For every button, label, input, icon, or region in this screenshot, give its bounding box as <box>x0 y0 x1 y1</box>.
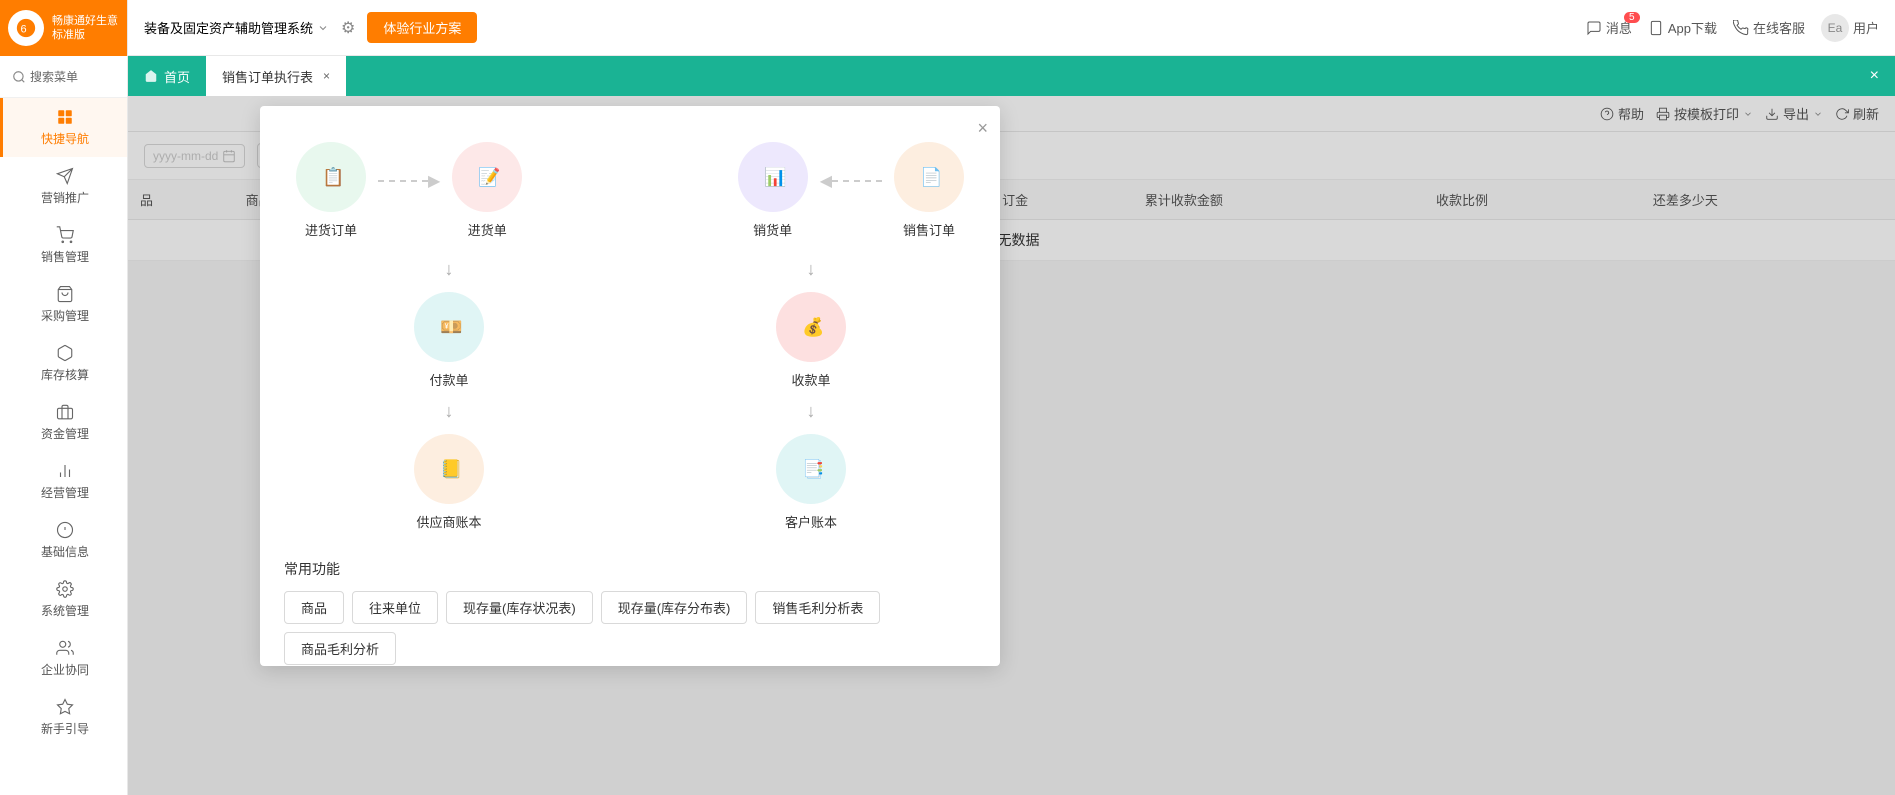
sidebar-item-system[interactable]: 系统管理 <box>0 570 127 629</box>
node-purchase-order-label: 进货订单 <box>305 220 357 239</box>
node-receipt[interactable]: 💰 收款单 <box>756 280 866 401</box>
content-area: 帮助 按模板打印 导出 刷新 <box>128 96 1895 795</box>
node-sales-bill[interactable]: 📊 销货单 <box>726 130 820 251</box>
func-btn-3[interactable]: 现存量(库存分布表) <box>601 591 748 624</box>
main-area: 装备及固定资产辅助管理系统 ⚙ 体验行业方案 消息 5 App下载 在线客服 <box>128 0 1895 795</box>
logo-text: 畅康通好生意 标准版 <box>52 14 118 43</box>
tab-close-btn[interactable]: × <box>323 69 330 83</box>
node-sales-order[interactable]: 📄 销售订单 <box>882 130 976 251</box>
node-purchase-bill-label: 进货单 <box>468 220 507 239</box>
sidebar-item-guide[interactable]: 新手引导 <box>0 688 127 747</box>
svg-text:📄: 📄 <box>920 166 942 187</box>
node-supplier-ledger[interactable]: 📒 供应商账本 <box>394 422 504 543</box>
node-sales-bill-label: 销货单 <box>753 220 792 239</box>
sidebar-item-operation[interactable]: 经营管理 <box>0 452 127 511</box>
node-customer-ledger-label: 客户账本 <box>785 512 837 531</box>
tab-bar: 首页 销售订单执行表 × × <box>128 56 1895 96</box>
node-purchase-order[interactable]: 📋 进货订单 <box>284 130 378 251</box>
sidebar-logo: 6 畅康通好生意 标准版 <box>0 0 127 56</box>
svg-text:💰: 💰 <box>802 316 824 338</box>
search-menu-button[interactable]: 搜索菜单 <box>8 64 119 89</box>
system-title-dropdown[interactable]: 装备及固定资产辅助管理系统 <box>144 18 329 37</box>
payment-icon: 💴 <box>414 292 484 362</box>
node-receipt-label: 收款单 <box>791 370 830 389</box>
sales-order-icon: 📄 <box>894 142 964 212</box>
node-supplier-ledger-label: 供应商账本 <box>416 512 481 531</box>
sidebar-nav: 快捷导航 营销推广 销售管理 采购管理 库存核算 资金管理 <box>0 98 127 795</box>
sidebar-item-purchase[interactable]: 采购管理 <box>0 275 127 334</box>
node-customer-ledger[interactable]: 📑 客户账本 <box>756 422 866 543</box>
node-purchase-bill[interactable]: 📝 进货单 <box>440 130 534 251</box>
sidebar-item-finance[interactable]: 资金管理 <box>0 393 127 452</box>
sidebar-item-basic[interactable]: 基础信息 <box>0 511 127 570</box>
sales-bill-icon: 📊 <box>738 142 808 212</box>
func-buttons-row1: 商品 往来单位 现存量(库存状况表) 现存量(库存分布表) 销售毛利分析表 商品… <box>284 591 976 665</box>
svg-text:📊: 📊 <box>764 166 786 187</box>
experience-btn[interactable]: 体验行业方案 <box>367 12 477 43</box>
popup: × 📋 进货订单 <box>260 106 1000 666</box>
node-payment-label: 付款单 <box>429 370 468 389</box>
node-sales-order-label: 销售订单 <box>903 220 955 239</box>
sidebar-search[interactable]: 搜索菜单 <box>0 56 127 98</box>
receipt-icon: 💰 <box>776 292 846 362</box>
purchase-bill-icon: 📝 <box>452 142 522 212</box>
tab-sales-order[interactable]: 销售订单执行表 × <box>206 56 346 96</box>
app-download-btn[interactable]: App下载 <box>1648 18 1717 37</box>
purchase-order-icon: 📋 <box>296 142 366 212</box>
svg-text:📒: 📒 <box>440 459 462 479</box>
service-btn[interactable]: 在线客服 <box>1733 18 1805 37</box>
gear-icon[interactable]: ⚙ <box>341 18 355 38</box>
tab-home[interactable]: 首页 <box>128 56 206 96</box>
svg-text:💴: 💴 <box>440 317 462 337</box>
sidebar-item-quick[interactable]: 快捷导航 <box>0 98 127 157</box>
user-btn[interactable]: Ea 用户 <box>1821 14 1879 42</box>
top-bar: 装备及固定资产辅助管理系统 ⚙ 体验行业方案 消息 5 App下载 在线客服 <box>128 0 1895 56</box>
logo-icon: 6 <box>8 10 44 46</box>
svg-text:📝: 📝 <box>478 166 500 187</box>
message-btn[interactable]: 消息 5 <box>1586 18 1632 37</box>
func-btn-0[interactable]: 商品 <box>284 591 344 624</box>
common-functions-title: 常用功能 <box>284 559 976 579</box>
svg-text:📑: 📑 <box>802 458 824 479</box>
sidebar-item-inventory[interactable]: 库存核算 <box>0 334 127 393</box>
tab-bar-close-btn[interactable]: × <box>1854 67 1895 85</box>
node-payment[interactable]: 💴 付款单 <box>394 280 504 401</box>
overlay: × 📋 进货订单 <box>128 96 1895 795</box>
common-functions: 常用功能 商品 往来单位 现存量(库存状况表) 现存量(库存分布表) 销售毛利分… <box>284 559 976 666</box>
svg-text:📋: 📋 <box>322 166 344 187</box>
sidebar: 6 畅康通好生意 标准版 搜索菜单 快捷导航 营销推广 <box>0 0 128 795</box>
popup-close-btn[interactable]: × <box>977 118 988 139</box>
sidebar-item-marketing[interactable]: 营销推广 <box>0 157 127 216</box>
customer-ledger-icon: 📑 <box>776 434 846 504</box>
func-btn-4[interactable]: 销售毛利分析表 <box>755 591 880 624</box>
sidebar-item-enterprise[interactable]: 企业协同 <box>0 629 127 688</box>
svg-text:6: 6 <box>21 24 27 36</box>
supplier-ledger-icon: 📒 <box>414 434 484 504</box>
top-bar-right: 消息 5 App下载 在线客服 Ea 用户 <box>1586 14 1879 42</box>
user-avatar: Ea <box>1821 14 1849 42</box>
func-btn-2[interactable]: 现存量(库存状况表) <box>446 591 593 624</box>
system-title: 装备及固定资产辅助管理系统 <box>144 18 313 37</box>
func-btn-1[interactable]: 往来单位 <box>352 591 438 624</box>
sidebar-item-sales[interactable]: 销售管理 <box>0 216 127 275</box>
func-btn-5[interactable]: 商品毛利分析 <box>284 632 396 665</box>
